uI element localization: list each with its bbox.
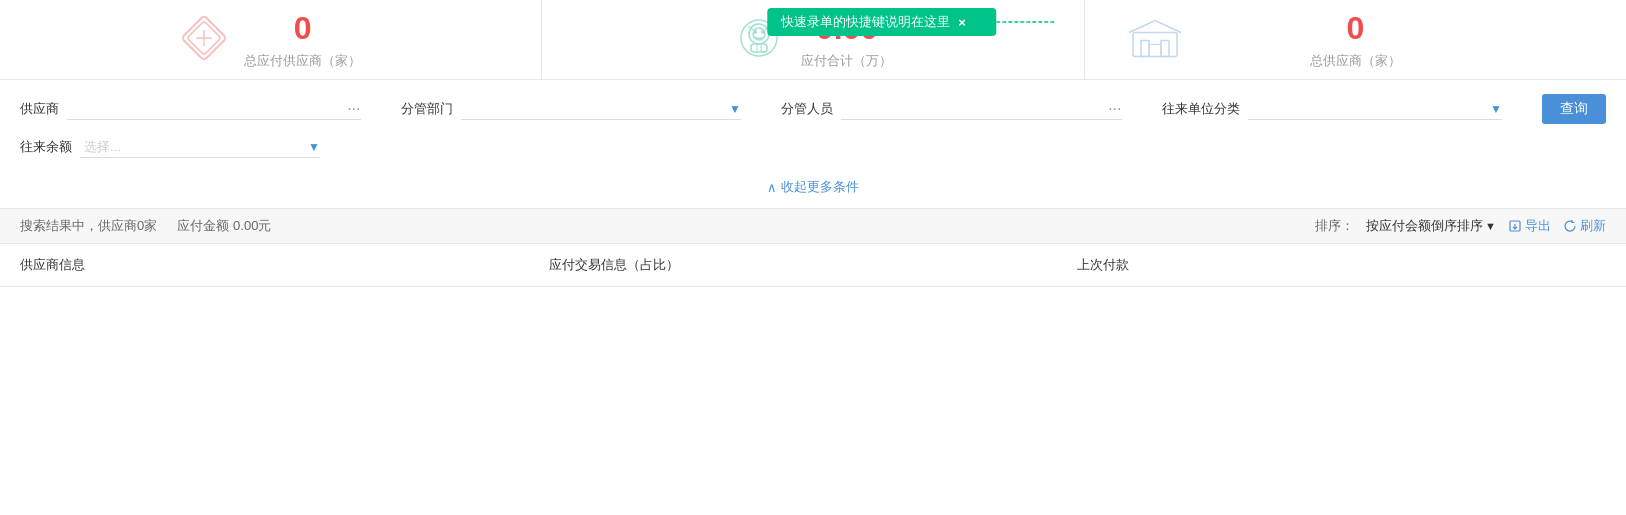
svg-rect-18	[1149, 44, 1161, 56]
category-label: 往来单位分类	[1162, 100, 1240, 118]
filter-department: 分管部门 ▼	[401, 98, 742, 120]
col-supplier: 供应商信息	[20, 256, 549, 274]
manager-input-wrap: ···	[841, 98, 1122, 120]
stat-payable-suppliers-text: 0 总应付供应商（家）	[244, 9, 361, 69]
sort-label: 排序：	[1315, 217, 1354, 235]
tooltip-close[interactable]: ×	[958, 15, 966, 30]
table-header: 供应商信息 应付交易信息（占比） 上次付款	[0, 244, 1626, 287]
result-amount: 应付金额 0.00元	[177, 218, 271, 233]
category-input[interactable]	[1248, 98, 1487, 119]
filter-supplier: 供应商 ···	[20, 98, 361, 120]
tooltip-line	[996, 21, 1056, 23]
category-input-wrap: ▼	[1248, 98, 1503, 120]
svg-point-7	[753, 30, 757, 34]
result-text: 搜索结果中，供应商0家	[20, 218, 157, 233]
balance-input-wrap: ▼	[80, 136, 320, 158]
collapse-button[interactable]: ∧ 收起更多条件	[767, 178, 859, 196]
svg-rect-11	[751, 44, 767, 52]
result-summary: 搜索结果中，供应商0家 应付金额 0.00元	[20, 217, 271, 235]
stat-payable-suppliers-number: 0	[294, 9, 312, 47]
manager-input[interactable]	[841, 98, 1104, 119]
balance-label: 往来余额	[20, 138, 72, 156]
export-label: 导出	[1525, 217, 1551, 235]
refresh-icon	[1563, 219, 1577, 233]
department-label: 分管部门	[401, 100, 453, 118]
empty-content-area	[0, 287, 1626, 515]
filter-balance: 往来余额 ▼	[20, 136, 320, 158]
stat-total-suppliers: 0 总供应商（家）	[1085, 0, 1626, 79]
svg-point-8	[761, 30, 765, 34]
filter-manager: 分管人员 ···	[781, 98, 1122, 120]
result-right: 排序： 按应付会额倒序排序 ▼ 导出 刷新	[1315, 217, 1606, 235]
stat-payable-suppliers: 0 总应付供应商（家）	[0, 0, 542, 79]
stat-total-suppliers-label: 总供应商（家）	[1310, 52, 1401, 70]
filter-row-2: 往来余额 ▼	[20, 136, 1606, 158]
tooltip-text: 快速录单的快捷键说明在这里	[781, 13, 950, 31]
diamond-icon	[180, 14, 228, 65]
filter-category: 往来单位分类 ▼	[1162, 98, 1503, 120]
sort-arrow-icon: ▼	[1485, 220, 1496, 232]
manager-label: 分管人员	[781, 100, 833, 118]
department-input-wrap: ▼	[461, 98, 742, 120]
collapse-label: 收起更多条件	[781, 178, 859, 196]
collapse-icon: ∧	[767, 180, 777, 195]
department-arrow[interactable]: ▼	[729, 102, 741, 116]
sort-value-btn[interactable]: 按应付会额倒序排序 ▼	[1366, 217, 1496, 235]
export-btn[interactable]: 导出	[1508, 217, 1551, 235]
category-arrow[interactable]: ▼	[1490, 102, 1502, 116]
svg-rect-17	[1161, 40, 1169, 56]
shortcut-tooltip: 快速录单的快捷键说明在这里 ×	[767, 8, 996, 36]
supplier-input[interactable]	[67, 98, 343, 119]
query-button[interactable]: 查询	[1542, 94, 1606, 124]
filter-row-1: 供应商 ··· 分管部门 ▼ 分管人员 ···	[20, 94, 1606, 124]
tooltip-dot	[972, 17, 982, 27]
stat-total-suppliers-number: 0	[1346, 9, 1364, 47]
stats-bar: 0 总应付供应商（家） 0.00 应付合计（万）	[0, 0, 1626, 80]
stat-payable-total-label: 应付合计（万）	[801, 52, 892, 70]
warehouse-icon	[1125, 16, 1185, 63]
refresh-btn[interactable]: 刷新	[1563, 217, 1606, 235]
refresh-label: 刷新	[1580, 217, 1606, 235]
result-separator	[161, 218, 174, 233]
supplier-input-wrap: ···	[67, 98, 361, 120]
balance-input[interactable]	[80, 136, 304, 157]
balance-arrow[interactable]: ▼	[308, 140, 320, 154]
svg-rect-16	[1141, 40, 1149, 56]
result-bar: 搜索结果中，供应商0家 应付金额 0.00元 排序： 按应付会额倒序排序 ▼ 导…	[0, 209, 1626, 244]
col-payable: 应付交易信息（占比）	[549, 256, 1078, 274]
stat-payable-suppliers-label: 总应付供应商（家）	[244, 52, 361, 70]
supplier-dots-btn[interactable]: ···	[347, 100, 360, 118]
stat-total-suppliers-text: 0 总供应商（家）	[1310, 9, 1401, 69]
manager-dots-btn[interactable]: ···	[1108, 100, 1121, 118]
supplier-label: 供应商	[20, 100, 59, 118]
filter-area: 供应商 ··· 分管部门 ▼ 分管人员 ···	[0, 80, 1626, 209]
collapse-row: ∧ 收起更多条件	[20, 170, 1606, 208]
sort-value-text: 按应付会额倒序排序	[1366, 217, 1483, 235]
export-icon	[1508, 219, 1522, 233]
col-lastpay: 上次付款	[1077, 256, 1606, 274]
department-input[interactable]	[461, 98, 726, 119]
